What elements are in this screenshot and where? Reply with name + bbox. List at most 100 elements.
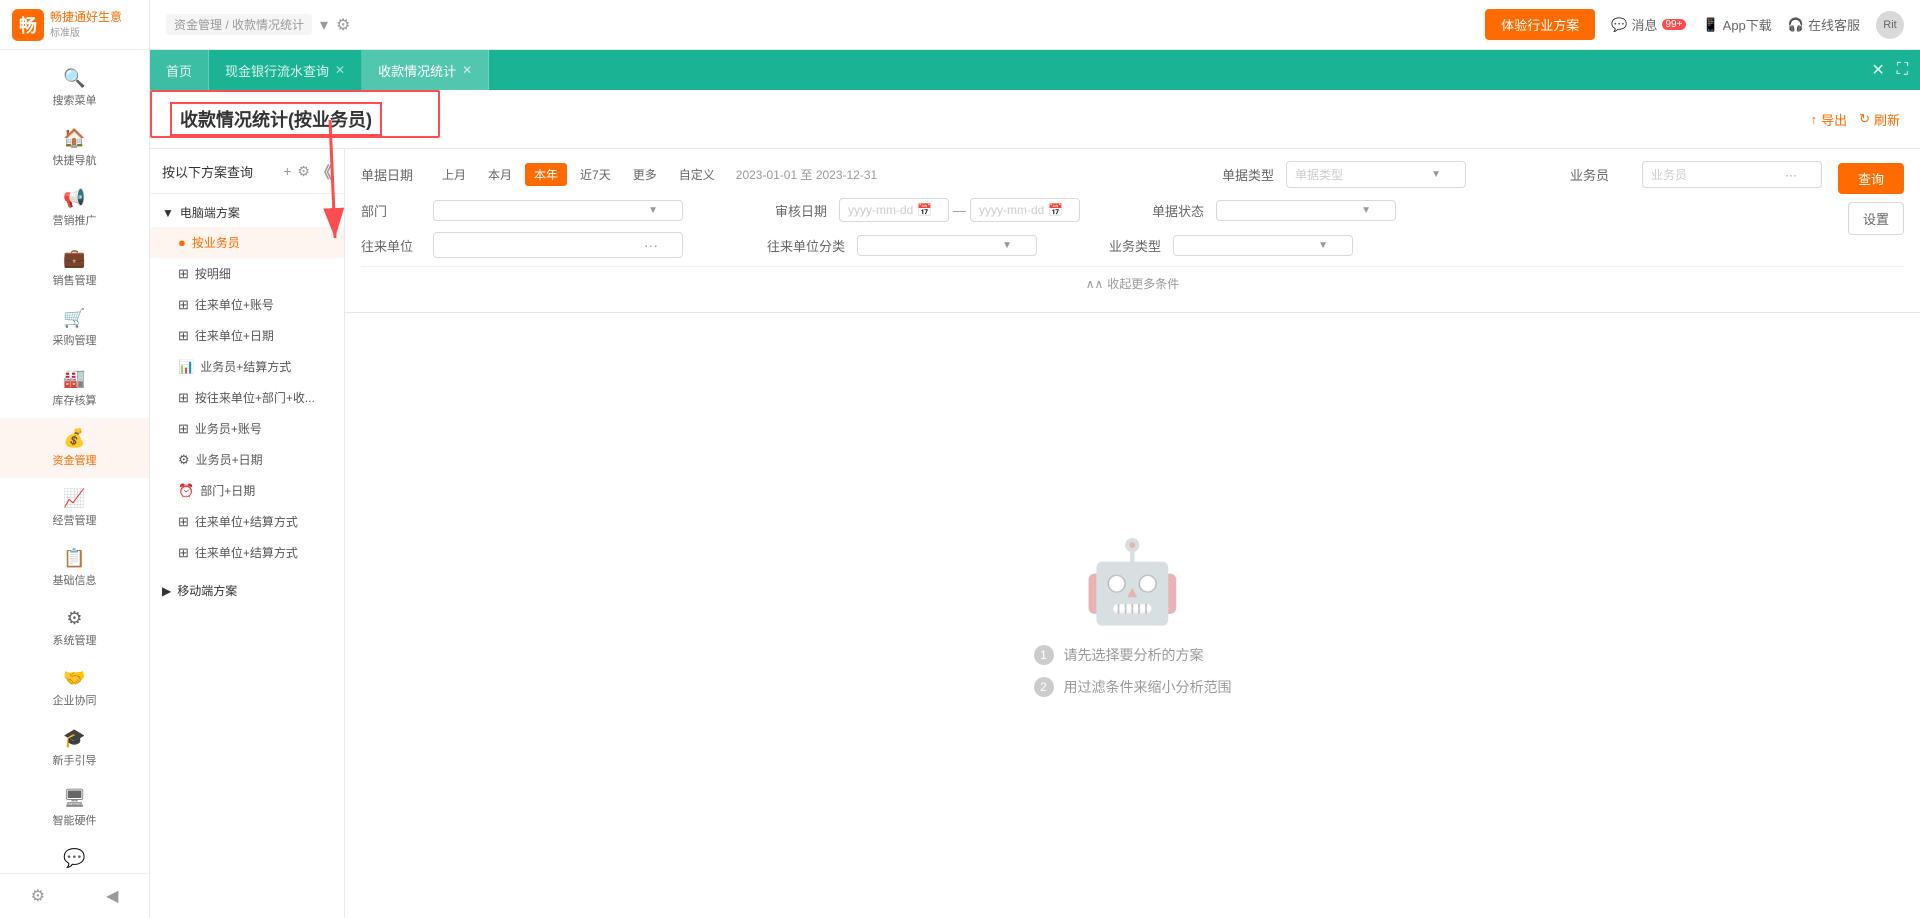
doc-status-select[interactable]: ▼ [1216, 200, 1396, 221]
tab-receipt-stats[interactable]: 收款情况统计 ✕ [362, 50, 489, 90]
detail-scheme-icon: ⊞ [178, 266, 189, 282]
sidebar-item-system[interactable]: ⚙ 系统管理 [0, 598, 149, 658]
logo-badge: 标准版 [50, 24, 122, 39]
date-tab-last-month[interactable]: 上月 [433, 163, 475, 186]
sidebar-item-sales[interactable]: 💼 销售管理 [0, 238, 149, 298]
sidebar-item-inventory[interactable]: 🏭 库存核算 [0, 358, 149, 418]
doc-type-select[interactable]: 单据类型 ▼ [1286, 161, 1466, 188]
biz-type-label: 业务类型 [1101, 236, 1161, 255]
online-service-item[interactable]: 🎧 在线客服 [1788, 15, 1860, 34]
sidebar-item-label: 企业协同 [53, 692, 97, 708]
sidebar-item-hardware[interactable]: 🖥 智能硬件 [0, 778, 149, 838]
mobile-section-label: 移动端方案 [177, 582, 237, 599]
mobile-section-title[interactable]: ▶ 移动端方案 [150, 576, 344, 605]
app-download-item[interactable]: 📱 App下载 [1702, 15, 1771, 34]
refresh-button[interactable]: ↻ 刷新 [1859, 110, 1900, 129]
partner-category-select[interactable]: ▼ [857, 235, 1037, 256]
logo-name: 畅捷通好生意 [50, 10, 122, 24]
logo-icon: 畅 [12, 9, 44, 41]
trial-button[interactable]: 体验行业方案 [1485, 9, 1595, 40]
sidebar-item-label: 采购管理 [53, 332, 97, 348]
dept-chevron: ▼ [648, 205, 658, 216]
collapse-footer-icon[interactable]: ◀ [106, 886, 118, 906]
date-tab-this-year[interactable]: 本年 [525, 163, 567, 186]
bank-flow-close-icon[interactable]: ✕ [335, 63, 345, 77]
tree-item-label: 往来单位+日期 [195, 327, 274, 344]
partner-dots-icon: ··· [644, 237, 658, 253]
tree-item-label: 业务员+结算方式 [200, 358, 291, 375]
salesperson-select[interactable]: 业务员 ··· [1642, 161, 1822, 188]
tree-item-partner-settlement2[interactable]: ⊞ 往来单位+结算方式 [150, 537, 344, 568]
tree-item-dept-date[interactable]: ⏰ 部门+日期 [150, 475, 344, 506]
tab-bank-flow[interactable]: 现金银行流水查询 ✕ [209, 50, 362, 90]
tree-item-partner-settlement1[interactable]: ⊞ 往来单位+结算方式 [150, 506, 344, 537]
app-download-label: App下载 [1723, 15, 1772, 34]
partner-select[interactable]: ··· [433, 232, 683, 258]
biz-type-select[interactable]: ▼ [1173, 235, 1353, 256]
receipt-stats-tab-label: 收款情况统计 [378, 61, 456, 80]
system-icon: ⚙ [66, 608, 82, 629]
sidebar-item-wechat[interactable]: 💬 企业微信 [0, 838, 149, 873]
empty-step-1: 1 请先选择要分析的方案 [1034, 645, 1232, 665]
refresh-icon: ↻ [1859, 111, 1870, 127]
close-window-icon[interactable]: ✕ [1871, 60, 1884, 80]
desktop-section-title[interactable]: ▼ 电脑端方案 [150, 198, 344, 227]
tree-item-partner-account[interactable]: ⊞ 往来单位+账号 [150, 289, 344, 320]
tree-item-by-partner-dept[interactable]: ⊞ 按往来单位+部门+收... [150, 382, 344, 413]
calendar-start-icon[interactable]: 📅 [917, 203, 932, 217]
date-tab-this-month[interactable]: 本月 [479, 163, 521, 186]
collapse-label: 收起更多条件 [1107, 275, 1179, 292]
sidebar-item-operations[interactable]: 📈 经营管理 [0, 478, 149, 538]
query-button[interactable]: 查询 [1838, 163, 1904, 194]
collapse-filter-button[interactable]: ∧∧ 收起更多条件 [361, 266, 1904, 300]
calendar-end-icon[interactable]: 📅 [1048, 203, 1063, 217]
sidebar-item-label: 经营管理 [53, 512, 97, 528]
empty-robot-icon: 🤖 [1083, 535, 1183, 629]
sidebar-item-quicknav[interactable]: 🏠 快捷导航 [0, 118, 149, 178]
tree-item-salesperson-settlement[interactable]: 📊 业务员+结算方式 [150, 351, 344, 382]
dept-label: 部门 [361, 201, 421, 220]
partner-category-label: 往来单位分类 [767, 236, 845, 255]
tree-item-salesperson-date[interactable]: ⚙ 业务员+日期 [150, 444, 344, 475]
add-scheme-button[interactable]: + [283, 163, 291, 179]
filter-area: 单据日期 上月 本月 本年 近7天 更多 自定义 [345, 149, 1920, 313]
tree-item-by-detail[interactable]: ⊞ 按明细 [150, 258, 344, 289]
filter-settings-button[interactable]: 设置 [1848, 202, 1904, 235]
settings-footer-icon[interactable]: ⚙ [31, 886, 45, 906]
content-area: 按以下方案查询 + ⚙ 《 ▼ 电脑端方案 ● [150, 149, 1920, 918]
user-avatar[interactable]: Rit [1876, 11, 1904, 39]
expand-window-icon[interactable]: ⛶ [1897, 61, 1908, 79]
tree-item-salesperson-account[interactable]: ⊞ 业务员+账号 [150, 413, 344, 444]
desktop-section: ▼ 电脑端方案 ● 按业务员 ⊞ 按明细 ⊞ 往 [150, 194, 344, 572]
export-button[interactable]: ↑ 导出 [1811, 110, 1848, 129]
date-tab-7-days[interactable]: 近7天 [571, 163, 620, 186]
sidebar-item-label: 系统管理 [53, 632, 97, 648]
tree-item-partner-date[interactable]: ⊞ 往来单位+日期 [150, 320, 344, 351]
tree-item-by-salesperson[interactable]: ● 按业务员 [150, 227, 344, 258]
date-tab-custom[interactable]: 自定义 [670, 163, 724, 186]
sidebar-item-search[interactable]: 🔍 搜索菜单 [0, 58, 149, 118]
sidebar-item-finance[interactable]: 💰 资金管理 [0, 418, 149, 478]
scheme-settings-icon[interactable]: ⚙ [297, 163, 310, 180]
salesperson-settlement-icon: 📊 [178, 359, 194, 375]
sidebar-item-guide[interactable]: 🎓 新手引导 [0, 718, 149, 778]
notification-item[interactable]: 💬 消息 99+ [1611, 15, 1686, 34]
dept-select[interactable]: ▼ [433, 200, 683, 221]
review-date-end-input[interactable]: yyyy-mm-dd 📅 [970, 198, 1080, 222]
right-panel: 单据日期 上月 本月 本年 近7天 更多 自定义 [345, 149, 1920, 918]
collapse-panel-icon[interactable]: 《 [316, 159, 332, 183]
settings-dropdown-icon[interactable]: ▾ [320, 15, 328, 35]
partner-category-chevron: ▼ [1002, 240, 1012, 251]
tab-home[interactable]: 首页 [150, 50, 209, 90]
review-date-start-input[interactable]: yyyy-mm-dd 📅 [839, 198, 949, 222]
purchase-icon: 🛒 [63, 308, 85, 329]
sidebar-item-basic-info[interactable]: 📋 基础信息 [0, 538, 149, 598]
sidebar-item-enterprise[interactable]: 🤝 企业协同 [0, 658, 149, 718]
sidebar-item-purchase[interactable]: 🛒 采购管理 [0, 298, 149, 358]
filter-main: 单据日期 上月 本月 本年 近7天 更多 自定义 [361, 161, 1822, 258]
date-tab-more[interactable]: 更多 [624, 163, 666, 186]
receipt-stats-close-icon[interactable]: ✕ [462, 63, 472, 77]
sidebar-item-marketing[interactable]: 📢 营销推广 [0, 178, 149, 238]
filter-row-1: 单据日期 上月 本月 本年 近7天 更多 自定义 [361, 161, 1822, 188]
gear-icon[interactable]: ⚙ [336, 15, 350, 35]
